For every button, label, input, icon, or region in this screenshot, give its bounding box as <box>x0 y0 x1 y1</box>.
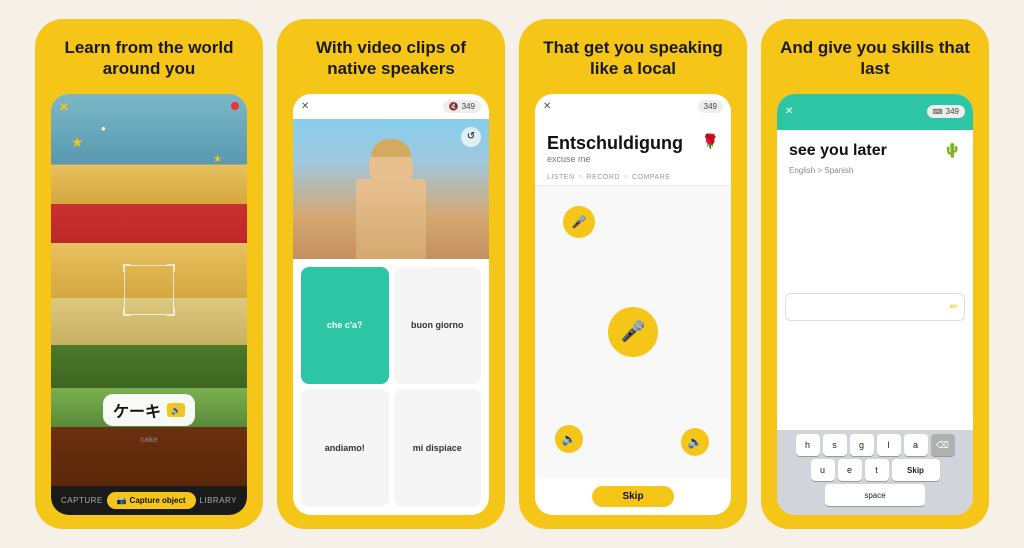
key-l[interactable]: l <box>877 434 901 456</box>
edit-icon: ✏ <box>950 302 958 313</box>
speaking-area: 🎤 🎤 🔈 🔈 <box>535 186 731 479</box>
quiz-option-4[interactable]: mi dispiace <box>394 389 482 507</box>
keyboard-row-1: h s g l a ⌫ <box>781 434 969 456</box>
phone-screen-4: ✕ ⌨ 349 see you later 🌵 English > Spanis… <box>777 94 973 516</box>
record-dot <box>231 102 239 110</box>
skip-area: Skip <box>535 478 731 515</box>
main-word: Entschuldigung <box>547 133 683 154</box>
keyboard-icon: ⌨ <box>933 108 943 116</box>
speaker-icon[interactable]: 🔊 <box>167 403 185 417</box>
score-badge: 🔇 349 <box>443 100 481 113</box>
capture-label-bottom: CAPTURE <box>61 496 103 505</box>
key-s[interactable]: s <box>823 434 847 456</box>
phrase-display: see you later 🌵 <box>777 130 973 164</box>
cactus-icon: 🌵 <box>944 142 961 159</box>
main-container: Learn from the world around you ★ ★ ● ✕ <box>0 0 1024 548</box>
word-display: Entschuldigung excuse me 🌹 <box>535 119 731 170</box>
english-word: cake <box>141 435 158 444</box>
close-icon[interactable]: ✕ <box>543 101 551 112</box>
step-record: RECORD <box>587 174 620 181</box>
space-key[interactable]: space <box>825 484 925 506</box>
skip-button[interactable]: Skip <box>592 486 673 507</box>
library-label: LIBRARY <box>199 496 237 505</box>
close-icon[interactable]: ✕ <box>785 106 793 117</box>
card2-title: With video clips of native speakers <box>291 37 491 80</box>
camera-view: ★ ★ ● ✕ ケーキ 🔊 cake <box>51 94 247 487</box>
word-tag: ケーキ 🔊 <box>103 394 195 426</box>
capture-button[interactable]: 📷 Capture object <box>107 492 196 509</box>
score-badge: ⌨ 349 <box>927 105 965 118</box>
video-header: ✕ 🔇 349 <box>293 94 489 119</box>
key-g[interactable]: g <box>850 434 874 456</box>
translation: excuse me <box>547 154 683 164</box>
phone-screen-2: ✕ 🔇 349 ↺ che c'a? buon <box>293 94 489 516</box>
focus-reticle <box>124 265 174 315</box>
sound-bubble-2: 🔈 <box>555 425 583 453</box>
replay-button[interactable]: ↺ <box>461 127 481 147</box>
card1-title: Learn from the world around you <box>49 37 249 80</box>
key-a[interactable]: a <box>904 434 928 456</box>
keyboard-row-3: space <box>781 484 969 506</box>
phone-screen-3: ✕ 349 Entschuldigung excuse me 🌹 LISTEN … <box>535 94 731 516</box>
card3-title: That get you speaking like a local <box>533 37 733 80</box>
step-compare: COMPARE <box>632 174 670 181</box>
quiz-option-2[interactable]: buon giorno <box>394 267 482 385</box>
step-arrow1: > <box>579 174 583 181</box>
key-h[interactable]: h <box>796 434 820 456</box>
card4-title: And give you skills that last <box>775 37 975 80</box>
card-video: With video clips of native speakers ✕ 🔇 … <box>277 19 505 529</box>
key-t[interactable]: t <box>865 459 889 481</box>
camera-bottom-bar: CAPTURE 📷 Capture object LIBRARY <box>51 486 247 515</box>
japanese-word: ケーキ <box>113 398 161 422</box>
sound-bubble-1: 🎤 <box>563 206 595 238</box>
video-area: ↺ <box>293 119 489 259</box>
close-icon[interactable]: ✕ <box>59 100 69 114</box>
language-label: English > Spanish <box>777 164 973 185</box>
mic-button[interactable]: 🎤 <box>608 307 658 357</box>
rose-icon: 🌹 <box>702 133 719 150</box>
quiz-option-1[interactable]: che c'a? <box>301 267 389 385</box>
sound-bubble-3: 🔈 <box>681 428 709 456</box>
key-u[interactable]: u <box>811 459 835 481</box>
camera-icon: 📷 <box>117 496 127 505</box>
phone-screen-1: ★ ★ ● ✕ ケーキ 🔊 cake <box>51 94 247 516</box>
card-speaking: That get you speaking like a local ✕ 349… <box>519 19 747 529</box>
speak-header: ✕ 349 <box>535 94 731 119</box>
input-area: ✏ <box>777 185 973 431</box>
volume-icon: 🔇 <box>449 102 459 111</box>
skip-key[interactable]: Skip <box>892 459 940 481</box>
key-e[interactable]: e <box>838 459 862 481</box>
teal-header: ✕ ⌨ 349 <box>777 94 973 130</box>
score-badge: 349 <box>698 100 723 113</box>
answer-input[interactable]: ✏ <box>785 293 965 321</box>
steps-bar: LISTEN > RECORD > COMPARE <box>535 170 731 186</box>
card-keyboard: And give you skills that last ✕ ⌨ 349 se… <box>761 19 989 529</box>
close-icon[interactable]: ✕ <box>301 101 309 112</box>
quiz-grid: che c'a? buon giorno andiamo! mi dispiac… <box>293 259 489 516</box>
step-listen: LISTEN <box>547 174 575 181</box>
person-visual <box>346 129 436 259</box>
step-arrow2: > <box>624 174 628 181</box>
keyboard: h s g l a ⌫ u e t Skip space <box>777 430 973 515</box>
delete-key[interactable]: ⌫ <box>931 434 955 456</box>
quiz-option-3[interactable]: andiamo! <box>301 389 389 507</box>
keyboard-row-2: u e t Skip <box>781 459 969 481</box>
card-camera: Learn from the world around you ★ ★ ● ✕ <box>35 19 263 529</box>
